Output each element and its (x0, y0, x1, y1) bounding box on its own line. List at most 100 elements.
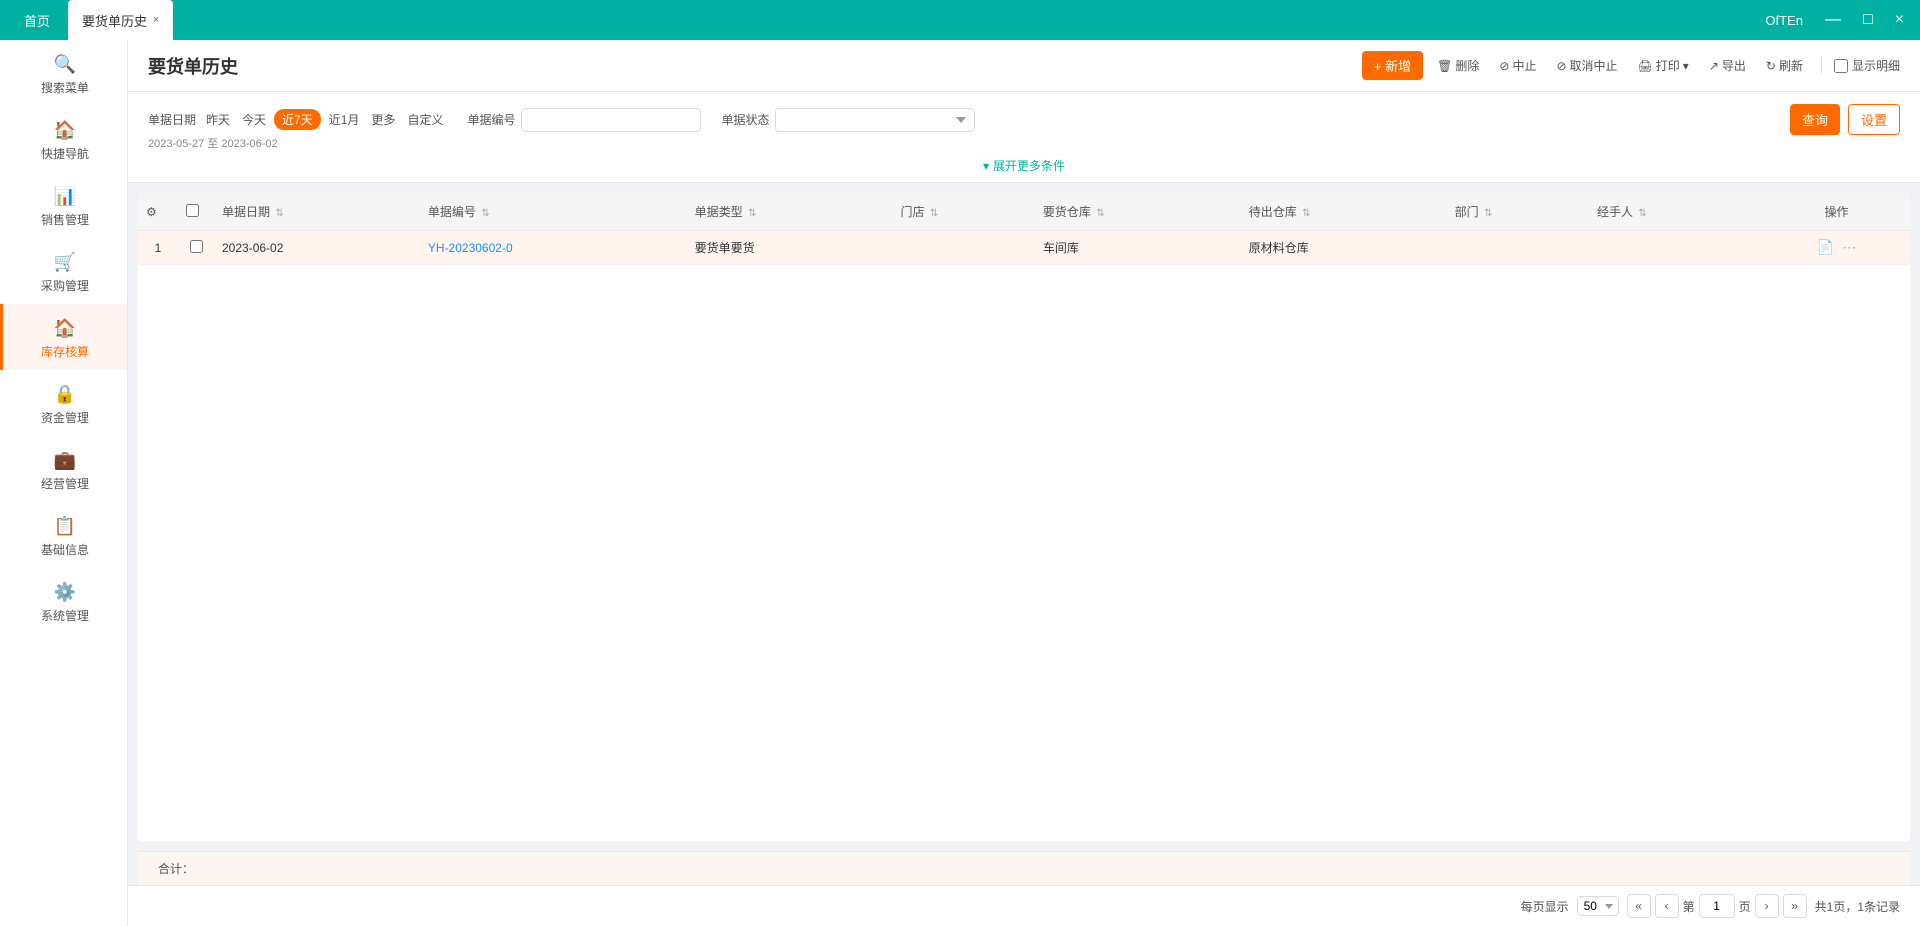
delete-icon: 🗑 (1437, 59, 1452, 73)
sidebar-item-basic-info[interactable]: 📋 基础信息 (0, 502, 127, 568)
cell-department (1447, 231, 1589, 265)
sidebar-item-purchase[interactable]: 🛒 采购管理 (0, 238, 127, 304)
table-header-row: ⚙ 单据日期 ⇅ 单据编号 ⇅ 单据类型 (138, 193, 1910, 231)
close-button[interactable]: × (1889, 9, 1910, 31)
date-btn-custom[interactable]: 自定义 (403, 109, 447, 130)
delete-button[interactable]: 🗑 删除 (1431, 53, 1485, 78)
header-actions: + 新增 🗑 删除 ⊘ 中止 ⊘ 取消中止 🖨 打印 ▾ (1362, 51, 1900, 80)
sidebar-item-label: 经营管理 (41, 475, 89, 492)
order-no-label: 单据编号 (467, 111, 515, 128)
show-detail-label[interactable]: 显示明细 (1834, 57, 1900, 74)
sidebar-item-search-menu[interactable]: 🔍 搜索菜单 (0, 40, 127, 106)
table-row: 1 2023-06-02 YH-20230602-0 要货单要货 车间库 原材料… (138, 231, 1910, 265)
sort-icon-department: ⇅ (1484, 208, 1492, 219)
last-page-button[interactable]: » (1783, 894, 1807, 918)
per-page-label: 每页显示 (1521, 898, 1569, 915)
more-action-icon[interactable]: ⋯ (1842, 239, 1856, 256)
first-page-button[interactable]: « (1627, 894, 1651, 918)
sidebar-item-system[interactable]: ⚙️ 系统管理 (0, 568, 127, 634)
date-btn-yesterday[interactable]: 昨天 (202, 109, 234, 130)
sidebar-item-sales[interactable]: 📊 销售管理 (0, 172, 127, 238)
sidebar-item-label: 库存核算 (41, 343, 89, 360)
th-store[interactable]: 门店 ⇅ (893, 193, 1035, 231)
new-button[interactable]: + 新增 (1362, 51, 1423, 80)
date-btn-1month[interactable]: 近1月 (325, 109, 364, 130)
prev-page-button[interactable]: ‹ (1655, 894, 1679, 918)
th-settings[interactable]: ⚙ (138, 193, 178, 231)
sidebar-item-operations[interactable]: 💼 经营管理 (0, 436, 127, 502)
th-pending-warehouse[interactable]: 待出仓库 ⇅ (1241, 193, 1447, 231)
page-input[interactable] (1699, 894, 1735, 918)
edit-action-icon[interactable]: 📄 (1817, 239, 1834, 256)
print-icon: 🖨 (1638, 59, 1653, 73)
sort-icon-date: ⇅ (275, 208, 283, 219)
next-page-button[interactable]: › (1755, 894, 1779, 918)
date-btn-more[interactable]: 更多 (367, 109, 399, 130)
page-title: 要货单历史 (148, 53, 238, 79)
sidebar: 🔍 搜索菜单 🏠 快捷导航 📊 销售管理 🛒 采购管理 🏠 库存核算 🔒 资金管… (0, 40, 128, 926)
cell-pending-warehouse: 原材料仓库 (1241, 231, 1447, 265)
print-button[interactable]: 🖨 打印 ▾ (1632, 53, 1695, 78)
cell-index: 1 (138, 231, 178, 265)
cell-type: 要货单要货 (687, 231, 893, 265)
cancel-stop-button[interactable]: ⊘ 取消中止 (1550, 53, 1623, 78)
operations-icon: 💼 (54, 450, 76, 471)
minimize-button[interactable]: — (1819, 9, 1847, 31)
status-label: 单据状态 (721, 111, 769, 128)
th-action: 操作 (1763, 193, 1910, 231)
sidebar-item-label: 搜索菜单 (41, 79, 89, 96)
finance-icon: 🔒 (54, 384, 76, 405)
th-order-no[interactable]: 单据编号 ⇅ (420, 193, 687, 231)
th-checkbox (178, 193, 214, 231)
export-button[interactable]: ↗ 导出 (1703, 53, 1752, 78)
data-table: ⚙ 单据日期 ⇅ 单据编号 ⇅ 单据类型 (138, 193, 1910, 265)
date-btn-7days[interactable]: 近7天 (274, 109, 321, 130)
refresh-button[interactable]: ↻ 刷新 (1760, 53, 1809, 78)
date-range-buttons: 昨天 今天 近7天 近1月 更多 自定义 (202, 109, 447, 130)
sort-icon-order-no: ⇅ (481, 208, 489, 219)
page-size-select[interactable]: 50 (1577, 896, 1619, 916)
filter-row-1: 单据日期 昨天 今天 近7天 近1月 更多 自定义 单据编号 单据状态 (148, 104, 1900, 135)
tab-close-icon[interactable]: × (153, 14, 159, 26)
top-bar: 首页 要货单历史 × OfTEn — □ × (0, 0, 1920, 40)
tab-yhd-history[interactable]: 要货单历史 × (68, 0, 173, 40)
select-all-checkbox[interactable] (186, 204, 199, 217)
quick-nav-icon: 🏠 (54, 120, 76, 141)
filter-bar: 单据日期 昨天 今天 近7天 近1月 更多 自定义 单据编号 单据状态 (128, 92, 1920, 183)
status-select[interactable] (775, 108, 975, 132)
sort-icon-store: ⇅ (930, 208, 938, 219)
filter-status: 单据状态 (721, 108, 975, 132)
query-button[interactable]: 查询 (1790, 104, 1840, 135)
order-no-input[interactable] (521, 108, 701, 132)
tab-home[interactable]: 首页 (10, 0, 64, 40)
action-icons: 📄 ⋯ (1771, 239, 1902, 256)
sort-icon-type: ⇅ (748, 208, 756, 219)
pagination: 每页显示 50 « ‹ 第 页 › » 共1页，1条记录 (128, 885, 1920, 926)
sort-icon-req-warehouse: ⇅ (1096, 208, 1104, 219)
th-handler[interactable]: 经手人 ⇅ (1589, 193, 1763, 231)
settings-button[interactable]: 设置 (1848, 104, 1900, 135)
sidebar-item-inventory[interactable]: 🏠 库存核算 (0, 304, 127, 370)
stop-button[interactable]: ⊘ 中止 (1493, 53, 1542, 78)
expand-more-button[interactable]: ▾ 展开更多条件 (148, 157, 1900, 174)
sidebar-item-quick-nav[interactable]: 🏠 快捷导航 (0, 106, 127, 172)
maximize-button[interactable]: □ (1857, 9, 1879, 31)
sidebar-item-label: 快捷导航 (41, 145, 89, 162)
th-type[interactable]: 单据类型 ⇅ (687, 193, 893, 231)
show-detail-checkbox[interactable] (1834, 59, 1848, 73)
th-req-warehouse[interactable]: 要货仓库 ⇅ (1035, 193, 1241, 231)
total-label: 合计： (158, 862, 194, 876)
date-range-display: 2023-05-27 至 2023-06-02 (148, 135, 278, 151)
cell-order-no[interactable]: YH-20230602-0 (420, 231, 687, 265)
date-btn-today[interactable]: 今天 (238, 109, 270, 130)
sidebar-item-finance[interactable]: 🔒 资金管理 (0, 370, 127, 436)
print-chevron-icon: ▾ (1683, 59, 1689, 73)
row-checkbox[interactable] (190, 240, 203, 253)
table-container: ⚙ 单据日期 ⇅ 单据编号 ⇅ 单据类型 (138, 193, 1910, 841)
date-filter-label: 单据日期 (148, 111, 196, 128)
th-date[interactable]: 单据日期 ⇅ (214, 193, 420, 231)
th-department[interactable]: 部门 ⇅ (1447, 193, 1589, 231)
divider (1821, 58, 1822, 74)
filter-row-date-range: 2023-05-27 至 2023-06-02 (148, 135, 1900, 151)
order-no-link[interactable]: YH-20230602-0 (428, 241, 513, 255)
